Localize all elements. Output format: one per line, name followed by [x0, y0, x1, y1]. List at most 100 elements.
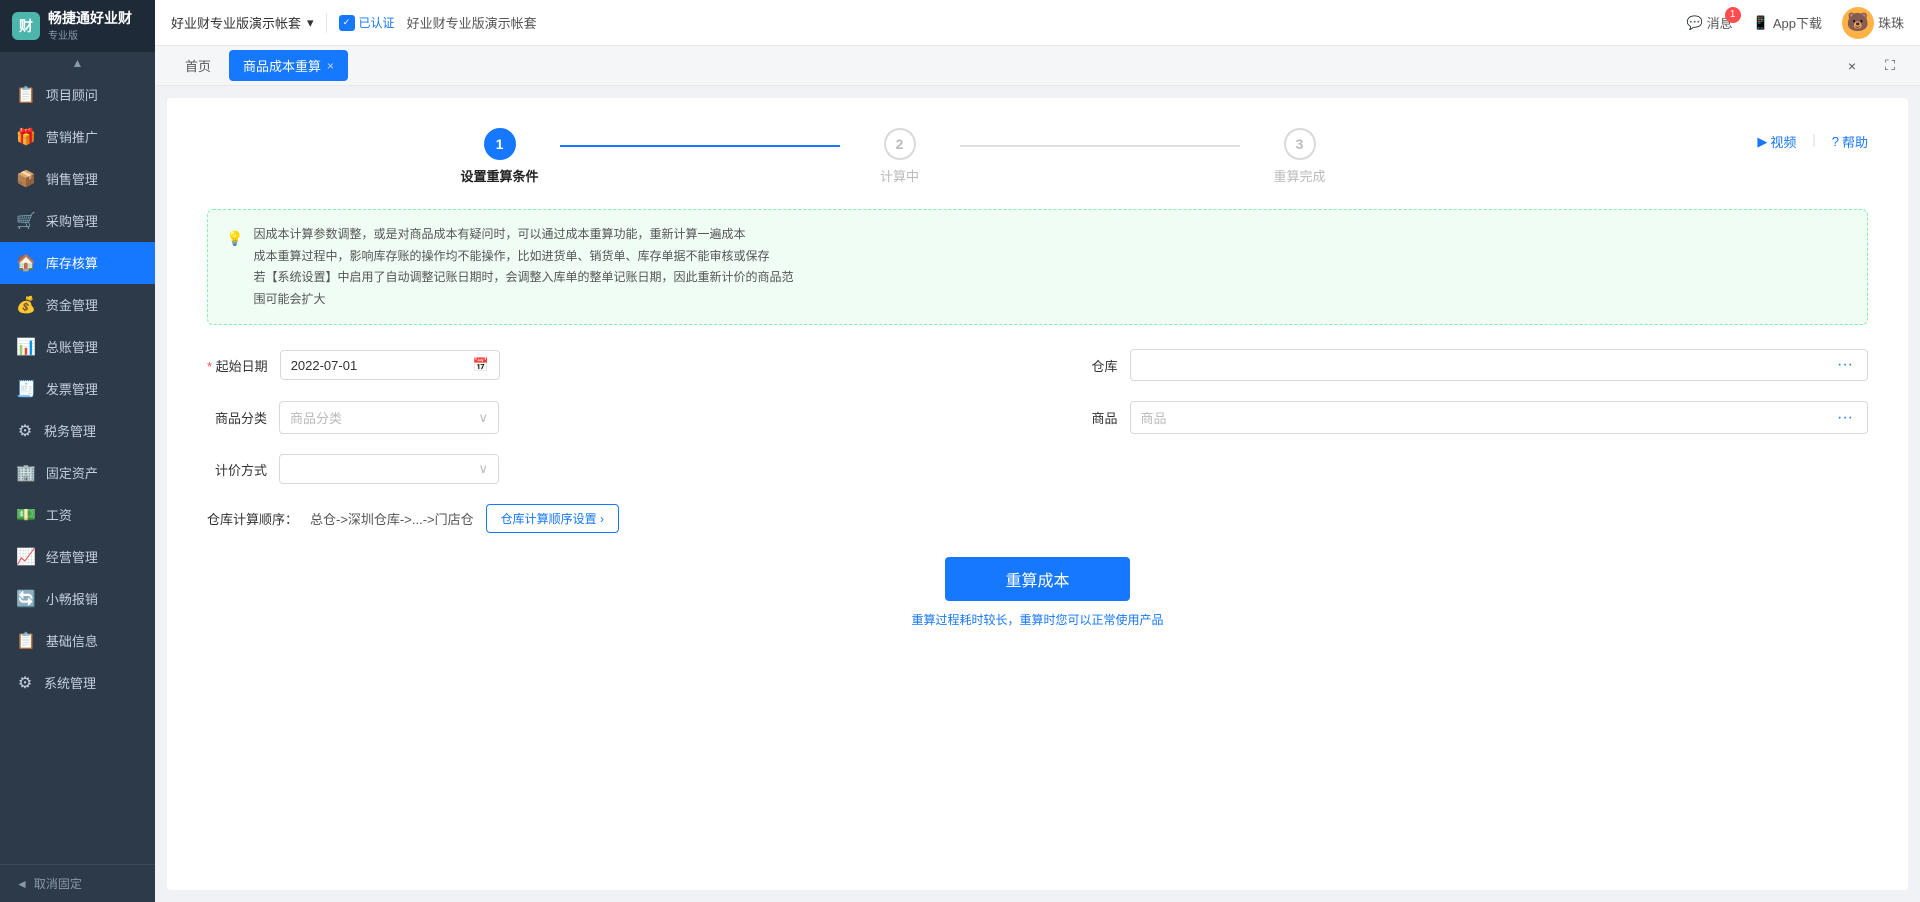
sidebar-item-account[interactable]: 📊 总账管理	[0, 326, 155, 368]
warehouse-input[interactable]: ···	[1130, 349, 1869, 381]
sidebar-item-sales[interactable]: 📦 销售管理	[0, 158, 155, 200]
recalc-section: 重算成本 重算过程耗时较长，重算时您可以正常使用产品	[207, 557, 1868, 628]
tax-icon: ⚙	[16, 421, 34, 441]
expense-icon: 🔄	[16, 589, 36, 609]
sidebar-item-finance[interactable]: 💰 资金管理	[0, 284, 155, 326]
step-connector-1	[560, 145, 840, 147]
close-window-button[interactable]: ×	[1838, 52, 1866, 80]
start-date-input[interactable]: 2022-07-01 📅	[280, 350, 500, 380]
purchase-icon: 🛒	[16, 211, 36, 231]
warehouse-ellipsis-icon[interactable]: ···	[1833, 356, 1857, 374]
sidebar-item-label: 税务管理	[44, 421, 96, 440]
logo-name: 畅捷通好业财	[48, 10, 132, 27]
sidebar-item-purchase[interactable]: 🛒 采购管理	[0, 200, 155, 242]
product-input[interactable]: 商品 ···	[1130, 401, 1869, 434]
sidebar-item-label: 营销推广	[46, 127, 98, 146]
category-field: 商品分类 商品分类 ∨	[207, 401, 1018, 434]
warehouse-order-label: 仓库计算顺序：	[207, 509, 298, 528]
sidebar-item-tax[interactable]: ⚙ 税务管理	[0, 410, 155, 452]
sidebar-item-label: 项目顾问	[46, 85, 98, 104]
sidebar-item-marketing[interactable]: 🎁 营销推广	[0, 116, 155, 158]
product-ellipsis-icon[interactable]: ···	[1833, 409, 1857, 427]
step-1: 1 设置重算条件	[440, 128, 560, 185]
sidebar-item-label: 采购管理	[46, 211, 98, 230]
warehouse-order-setting-button[interactable]: 仓库计算顺序设置 ›	[486, 504, 619, 533]
invoice-icon: 🧾	[16, 379, 36, 399]
step-2: 2 计算中	[840, 128, 960, 185]
video-link[interactable]: ▶ 视频	[1757, 132, 1796, 151]
sidebar-item-label: 小畅报销	[46, 589, 98, 608]
message-badge: 1	[1725, 7, 1741, 23]
play-icon: ▶	[1757, 134, 1767, 150]
tabbar: 首页 商品成本重算 × × ⛶	[155, 46, 1920, 86]
help-link[interactable]: ? 帮助	[1832, 132, 1868, 151]
info-box: 💡 因成本计算参数调整，或是对商品成本有疑问时，可以通过成本重算功能，重新计算一…	[207, 209, 1868, 325]
unpin-icon: ◄	[16, 877, 28, 891]
warehouse-order-value: 总仓->深圳仓库->...->门店仓	[310, 509, 474, 528]
sidebar-item-label: 固定资产	[46, 463, 98, 482]
sidebar-scroll-up[interactable]: ▲	[0, 52, 155, 74]
form-row-1: 起始日期 2022-07-01 📅 仓库 ···	[207, 349, 1868, 381]
message-icon: 💬	[1686, 15, 1702, 31]
topbar: 好业财专业版演示帐套 ▾ ✓ 已认证 好业财专业版演示帐套 💬 消息 1 📱 A…	[155, 0, 1920, 46]
form-row-3: 计价方式 ∨	[207, 454, 1868, 484]
sidebar-logo: 财 畅捷通好业财 专业版	[0, 0, 155, 52]
warehouse-field: 仓库 ···	[1058, 349, 1869, 381]
sidebar-item-system[interactable]: ⚙ 系统管理	[0, 662, 155, 704]
sidebar-item-invoice[interactable]: 🧾 发票管理	[0, 368, 155, 410]
tab-close-icon[interactable]: ×	[327, 59, 334, 73]
info-content: 因成本计算参数调整，或是对商品成本有疑问时，可以通过成本重算功能，重新计算一遍成…	[253, 224, 793, 310]
marketing-icon: 🎁	[16, 127, 36, 147]
sidebar-item-label: 资金管理	[46, 295, 98, 314]
user-avatar-action[interactable]: 🐻 珠珠	[1842, 7, 1904, 39]
sidebar-item-basic[interactable]: 📋 基础信息	[0, 620, 155, 662]
basic-icon: 📋	[16, 631, 36, 651]
start-date-label: 起始日期	[207, 356, 268, 375]
sidebar-item-payroll[interactable]: 💵 工资	[0, 494, 155, 536]
pricing-select[interactable]: ∨	[279, 454, 499, 484]
sidebar-item-operations[interactable]: 📈 经营管理	[0, 536, 155, 578]
content-area: 1 设置重算条件 2 计算中	[167, 98, 1908, 890]
system-icon: ⚙	[16, 673, 34, 693]
account-dropdown-icon[interactable]: ▾	[307, 15, 314, 31]
user-name: 珠珠	[1878, 13, 1904, 32]
account-selector[interactable]: 好业财专业版演示帐套 ▾	[171, 13, 314, 32]
app-download-action[interactable]: 📱 App下载	[1753, 13, 1822, 32]
calendar-icon[interactable]: 📅	[473, 357, 489, 373]
sidebar-item-dashboard[interactable]: 📋 项目顾问	[0, 74, 155, 116]
step-1-circle: 1	[484, 128, 516, 160]
recalc-hint: 重算过程耗时较长，重算时您可以正常使用产品	[911, 611, 1163, 628]
sidebar-item-label: 销售管理	[46, 169, 98, 188]
step-1-label: 设置重算条件	[461, 166, 539, 185]
sidebar-item-expense[interactable]: 🔄 小畅报销	[0, 578, 155, 620]
unpin-label: 取消固定	[34, 875, 82, 892]
video-label: 视频	[1770, 132, 1796, 151]
tab-recalc[interactable]: 商品成本重算 ×	[229, 50, 348, 81]
product-field: 商品 商品 ···	[1058, 401, 1869, 434]
step-3-circle: 3	[1284, 128, 1316, 160]
step-2-label: 计算中	[880, 166, 919, 185]
info-line-3: 若【系统设置】中启用了自动调整记账日期时，会调整入库单的整单记账日期，因此重新计…	[253, 267, 793, 289]
start-date-value: 2022-07-01	[291, 358, 465, 373]
help-label: 帮助	[1842, 132, 1868, 151]
recalc-label: 重算成本	[1005, 573, 1069, 590]
logo-edition: 专业版	[48, 27, 132, 42]
tab-home-label: 首页	[185, 56, 211, 75]
fullscreen-button[interactable]: ⛶	[1876, 52, 1904, 80]
pricing-dropdown-icon: ∨	[478, 461, 488, 477]
sidebar-item-inventory[interactable]: 🏠 库存核算	[0, 242, 155, 284]
phone-icon: 📱	[1753, 15, 1769, 31]
category-placeholder: 商品分类	[290, 408, 342, 427]
product-placeholder: 商品	[1141, 408, 1826, 427]
tab-home[interactable]: 首页	[171, 50, 225, 81]
info-line-4: 围可能会扩大	[253, 289, 793, 311]
message-action[interactable]: 💬 消息 1	[1686, 13, 1732, 32]
product-label: 商品	[1058, 408, 1118, 427]
info-icon: 💡	[226, 226, 243, 310]
sidebar-item-assets[interactable]: 🏢 固定资产	[0, 452, 155, 494]
warehouse-label: 仓库	[1058, 356, 1118, 375]
recalc-button[interactable]: 重算成本	[945, 557, 1129, 601]
category-select[interactable]: 商品分类 ∨	[279, 401, 499, 434]
step-3: 3 重算完成	[1240, 128, 1360, 185]
sidebar-unpin[interactable]: ◄ 取消固定	[0, 864, 155, 902]
